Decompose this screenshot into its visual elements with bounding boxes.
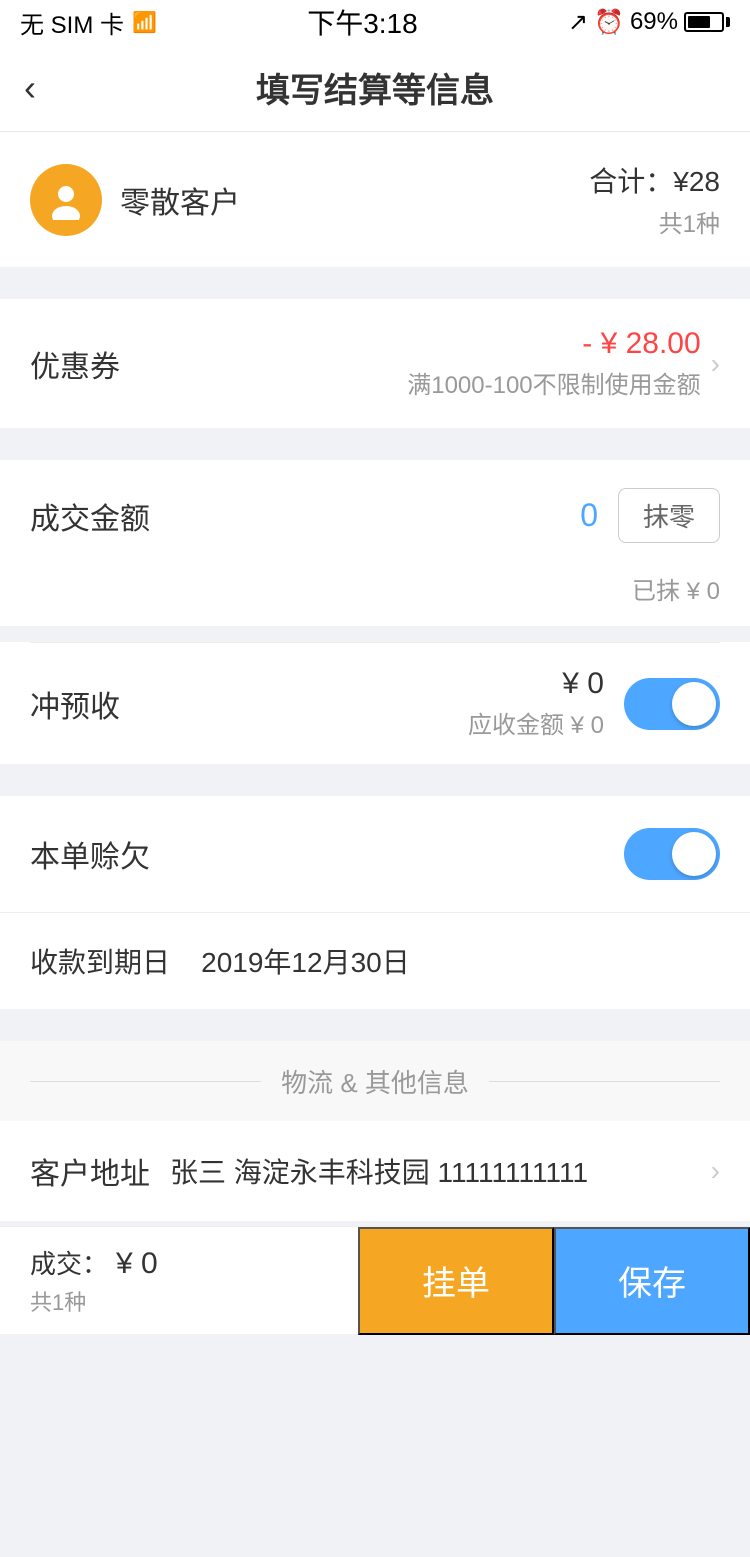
alarm-icon: ⏰ [594, 8, 624, 37]
debt-label: 本单赊欠 [30, 832, 150, 876]
coupon-discount: - ¥ 28.00 [407, 327, 700, 361]
prepayment-value: ¥ 0 [468, 667, 604, 701]
round-zero-button[interactable]: 抹零 [618, 488, 720, 543]
prepayment-card: 冲预收 ¥ 0 应收金额 ¥ 0 [0, 642, 750, 764]
address-chevron-icon: › [711, 1155, 720, 1187]
address-value: 张三 海淀永丰科技园 11111111111 [170, 1151, 701, 1191]
logistics-section-label: 物流 & 其他信息 [281, 1068, 469, 1098]
hold-button[interactable]: 挂单 [358, 1227, 554, 1335]
due-date-label-text: 收款到期日 [30, 947, 170, 978]
sim-text: 无 SIM 卡 [20, 5, 124, 40]
deal-amount-label: 成交金额 [30, 494, 150, 538]
address-row[interactable]: 客户地址 张三 海淀永丰科技园 11111111111 › [0, 1121, 750, 1221]
deal-amount-sub: 已抹 ¥ 0 [0, 571, 750, 626]
coupon-row[interactable]: 优惠券 - ¥ 28.00 满1000-100不限制使用金额 › [0, 299, 750, 428]
address-label: 客户地址 [30, 1149, 150, 1193]
avatar [30, 164, 102, 236]
bottom-deal-amount: ¥ 0 [116, 1247, 158, 1281]
prepayment-label: 冲预收 [30, 682, 120, 726]
debt-toggle[interactable] [624, 828, 720, 880]
total-count: 共1种 [589, 204, 720, 239]
bottom-deal-info: 成交： ¥ 0 共1种 [0, 1244, 358, 1317]
coupon-card: 优惠券 - ¥ 28.00 满1000-100不限制使用金额 › [0, 299, 750, 428]
prepayment-toggle[interactable] [624, 678, 720, 730]
customer-name: 零散客户 [120, 178, 240, 222]
status-time: 下午3:18 [307, 2, 418, 42]
content-area: 零散客户 合计：¥28 共1种 优惠券 - ¥ 28.00 满1000-100不… [0, 132, 750, 1557]
wifi-icon: 📶 [132, 10, 157, 35]
customer-left: 零散客户 [30, 164, 240, 236]
coupon-value: - ¥ 28.00 满1000-100不限制使用金额 [407, 327, 700, 400]
coupon-right: - ¥ 28.00 满1000-100不限制使用金额 › [407, 327, 720, 400]
deal-amount-input[interactable]: 0 [558, 497, 598, 534]
bottom-deal-row: 成交： ¥ 0 [30, 1244, 328, 1281]
save-button[interactable]: 保存 [554, 1227, 750, 1335]
deal-amount-card: 成交金额 0 抹零 已抹 ¥ 0 [0, 460, 750, 626]
page-title: 填写结算等信息 [256, 63, 494, 112]
deal-amount-right: 0 抹零 [558, 488, 720, 543]
location-icon: ↗ [568, 8, 588, 37]
logistics-header: 物流 & 其他信息 [0, 1041, 750, 1121]
bottom-bar: 成交： ¥ 0 共1种 挂单 保存 [0, 1226, 750, 1334]
total-amount: 合计：¥28 [589, 160, 720, 200]
customer-row: 零散客户 合计：¥28 共1种 [0, 132, 750, 267]
bottom-count: 共1种 [30, 1285, 328, 1317]
prepayment-receivable: 应收金额 ¥ 0 [468, 705, 604, 740]
deal-amount-row: 成交金额 0 抹零 [0, 460, 750, 571]
customer-card: 零散客户 合计：¥28 共1种 [0, 132, 750, 267]
coupon-label: 优惠券 [30, 342, 120, 386]
battery-percent: 69% [630, 8, 678, 36]
prepayment-row: 冲预收 ¥ 0 应收金额 ¥ 0 [0, 643, 750, 764]
due-date-value: 2019年12月30日 [201, 947, 410, 978]
chevron-right-icon: › [711, 348, 720, 380]
status-left: 无 SIM 卡 📶 [20, 5, 157, 40]
status-bar: 无 SIM 卡 📶 下午3:18 ↗ ⏰ 69% [0, 0, 750, 44]
due-date-row: 收款到期日 2019年12月30日 [0, 912, 750, 1009]
address-card: 客户地址 张三 海淀永丰科技园 11111111111 › [0, 1121, 750, 1221]
debt-row: 本单赊欠 [0, 796, 750, 912]
status-right: ↗ ⏰ 69% [568, 8, 730, 37]
due-date-label: 收款到期日 2019年12月30日 [30, 947, 410, 978]
coupon-description: 满1000-100不限制使用金额 [407, 365, 700, 400]
logistics-label-wrap: 物流 & 其他信息 [261, 1063, 489, 1100]
prepayment-right: ¥ 0 应收金额 ¥ 0 [468, 667, 720, 740]
prepayment-amount: ¥ 0 应收金额 ¥ 0 [468, 667, 604, 740]
already-rounded-text: 已抹 ¥ 0 [632, 571, 720, 606]
nav-bar: ‹ 填写结算等信息 [0, 44, 750, 132]
bottom-deal-label: 成交： [30, 1244, 108, 1281]
logistics-section: 物流 & 其他信息 [0, 1041, 750, 1121]
battery-icon [684, 12, 730, 32]
customer-right: 合计：¥28 共1种 [589, 160, 720, 239]
debt-card: 本单赊欠 收款到期日 2019年12月30日 [0, 796, 750, 1009]
back-button[interactable]: ‹ [24, 67, 36, 109]
